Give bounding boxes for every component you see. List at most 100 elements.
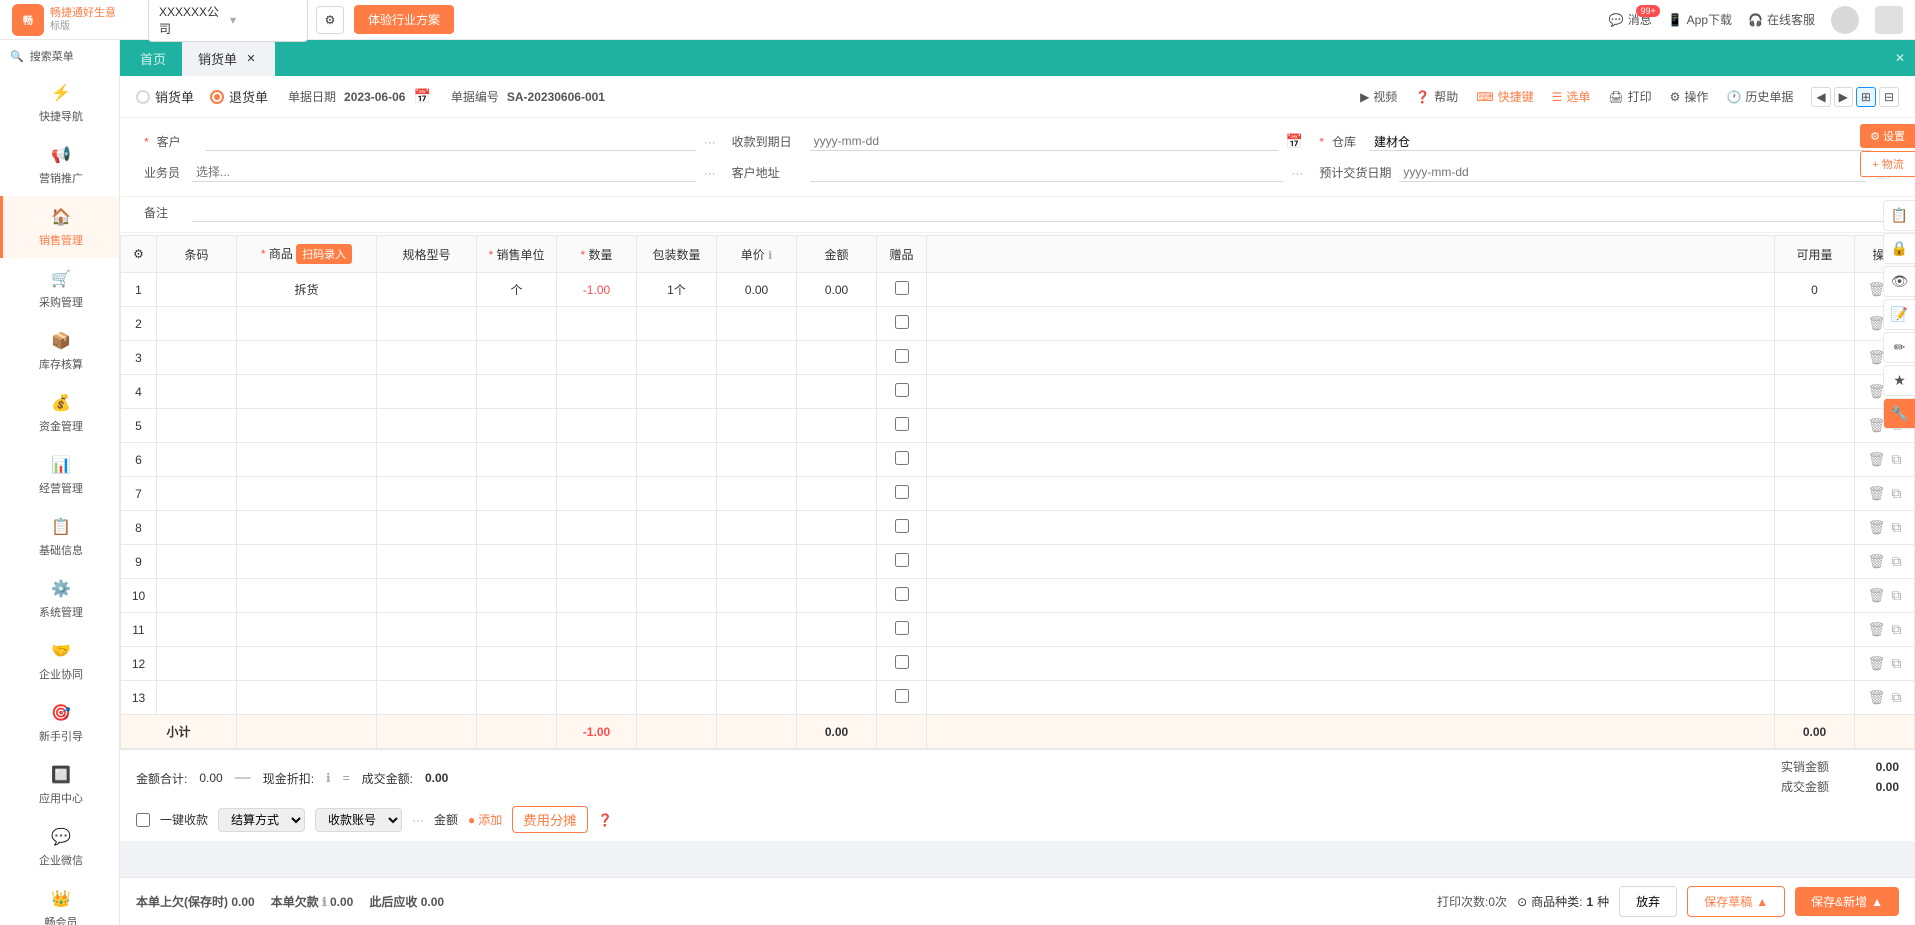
copy-row-icon[interactable]: ⧉ <box>1891 689 1901 706</box>
sidebar-item-quick-nav[interactable]: ⚡ 快捷导航 <box>0 72 119 134</box>
save-new-button[interactable]: 保存&新增 ▲ <box>1795 887 1899 916</box>
float-btn-orange[interactable]: 🔧 <box>1883 398 1915 429</box>
sidebar-item-marketing[interactable]: 📢 营销推广 <box>0 134 119 196</box>
copy-row-icon[interactable]: ⧉ <box>1891 621 1901 638</box>
discard-button[interactable]: 放弃 <box>1619 886 1677 917</box>
customer-address-more-icon[interactable]: ··· <box>1291 166 1303 180</box>
toolbar-print[interactable]: 🖨 打印 <box>1604 86 1655 107</box>
payment-date-calendar-icon[interactable]: 📅 <box>1286 133 1303 150</box>
account-more-icon[interactable]: ··· <box>412 813 424 827</box>
delete-row-icon[interactable]: 🗑 <box>1868 689 1886 706</box>
app-download-button[interactable]: 📱 App下载 <box>1668 11 1732 28</box>
expense-split-button[interactable]: 费用分摊 <box>512 806 587 833</box>
customer-address-input[interactable] <box>810 163 1284 182</box>
payment-date-input[interactable] <box>810 132 1278 151</box>
one-click-payment-checkbox[interactable] <box>136 813 150 827</box>
settings-action-button[interactable]: ⚙ 设置 <box>1860 124 1915 148</box>
scan-barcode-button[interactable]: 扫码录入 <box>296 244 352 264</box>
sidebar-item-operation[interactable]: 📊 经营管理 <box>0 444 119 506</box>
delete-row-icon[interactable]: 🗑 <box>1868 519 1886 536</box>
row-spec[interactable] <box>377 273 477 307</box>
calc-method-select[interactable]: 结算方式 <box>218 808 305 832</box>
sidebar-item-appstore[interactable]: 🔲 应用中心 <box>0 754 119 816</box>
user-avatar[interactable] <box>1831 6 1859 34</box>
sidebar-search[interactable]: 🔍 搜索菜单 <box>0 40 119 72</box>
copy-row-icon[interactable]: ⧉ <box>1891 519 1901 536</box>
float-btn-3[interactable]: 👁 <box>1883 266 1915 297</box>
sidebar-item-basic[interactable]: 📋 基础信息 <box>0 506 119 568</box>
sidebar-item-enterprise[interactable]: 🤝 企业协同 <box>0 630 119 692</box>
copy-row-icon[interactable]: ⧉ <box>1891 655 1901 672</box>
col-header-settings[interactable]: ⚙ <box>121 236 157 273</box>
delete-row-icon[interactable]: 🗑 <box>1868 621 1886 638</box>
account-select[interactable]: 收款账号 <box>315 808 402 832</box>
customer-more-icon[interactable]: ··· <box>704 135 716 149</box>
sidebar-item-sales[interactable]: 🏠 销售管理 <box>0 196 119 258</box>
sidebar-item-wechat[interactable]: 💬 企业微信 <box>0 816 119 878</box>
warehouse-input[interactable] <box>1370 132 1871 151</box>
save-draft-button[interactable]: 保存草稿 ▲ <box>1687 886 1785 917</box>
online-service-button[interactable]: 🎧 在线客服 <box>1748 11 1815 28</box>
detail-view-button[interactable]: ⊟ <box>1879 87 1899 107</box>
delete-row-icon[interactable]: 🗑 <box>1868 655 1886 672</box>
tab-close-icon[interactable]: ✕ <box>243 50 259 66</box>
delete-row-icon[interactable]: 🗑 <box>1868 553 1886 570</box>
user-menu-button[interactable] <box>1875 6 1903 34</box>
copy-row-icon[interactable]: ⧉ <box>1891 553 1901 570</box>
delete-row-icon[interactable]: 🗑 <box>1868 587 1886 604</box>
tab-home[interactable]: 首页 <box>124 40 182 76</box>
add-payment-button[interactable]: ● 添加 <box>468 811 502 828</box>
category-stat[interactable]: ⊙ 商品种类: 1 种 <box>1517 893 1609 910</box>
toolbar-operation[interactable]: ⚙ 操作 <box>1666 86 1713 107</box>
float-btn-4[interactable]: 📝 <box>1883 299 1915 330</box>
company-selector[interactable]: XXXXXX公司 ▾ <box>148 0 308 42</box>
calendar-icon[interactable]: 📅 <box>413 88 430 105</box>
grid-view-button[interactable]: ▶ <box>1834 87 1853 107</box>
toolbar-select[interactable]: ☰ 选单 <box>1548 86 1595 107</box>
overdue-help-icon[interactable]: ℹ <box>322 895 327 909</box>
float-btn-1[interactable]: 📋 <box>1883 200 1915 231</box>
float-btn-5[interactable]: ✏ <box>1883 332 1915 363</box>
row-barcode[interactable] <box>157 273 237 307</box>
toolbar-shortcut[interactable]: ⌨ 快捷键 <box>1472 86 1537 107</box>
sidebar-item-inventory[interactable]: 📦 库存核算 <box>0 320 119 382</box>
toolbar-history[interactable]: 🕐 历史单据 <box>1722 86 1797 107</box>
sidebar-item-vip[interactable]: 👑 畅会员 <box>0 878 119 925</box>
row-price[interactable]: 0.00 <box>717 273 797 307</box>
row-gift[interactable] <box>877 273 927 307</box>
salesperson-more-icon[interactable]: ··· <box>704 166 716 180</box>
customer-input[interactable] <box>205 132 696 151</box>
tab-close-button[interactable]: ✕ <box>1885 51 1915 65</box>
list-view-button[interactable]: ◀ <box>1811 87 1830 107</box>
row-num: 6 <box>121 443 157 477</box>
sidebar-item-guide[interactable]: 🎯 新手引导 <box>0 692 119 754</box>
logistics-button[interactable]: + 物流 <box>1860 151 1915 177</box>
copy-row-icon[interactable]: ⧉ <box>1891 451 1901 468</box>
expense-help-icon[interactable]: ❓ <box>598 813 613 827</box>
salesperson-input[interactable] <box>192 163 696 182</box>
delete-row-icon[interactable]: 🗑 <box>1868 451 1886 468</box>
float-btn-2[interactable]: 🔒 <box>1883 233 1915 264</box>
table-view-button[interactable]: ⊞ <box>1856 87 1876 107</box>
sidebar-item-finance[interactable]: 💰 资金管理 <box>0 382 119 444</box>
sidebar-item-purchase[interactable]: 🛒 采购管理 <box>0 258 119 320</box>
phone-icon: 📱 <box>1668 13 1683 27</box>
copy-row-icon[interactable]: ⧉ <box>1891 587 1901 604</box>
discount-info-icon[interactable]: ℹ <box>326 771 331 785</box>
row-qty[interactable]: -1.00 <box>557 273 637 307</box>
copy-row-icon[interactable]: ⧉ <box>1891 485 1901 502</box>
price-info-icon[interactable]: ℹ <box>768 250 772 262</box>
settings-button[interactable]: ⚙ <box>316 6 344 34</box>
toolbar-help[interactable]: ❓ 帮助 <box>1411 86 1462 107</box>
trial-button[interactable]: 体验行业方案 <box>354 5 454 34</box>
message-button[interactable]: 💬 消息 99+ <box>1609 11 1652 28</box>
expected-delivery-input[interactable] <box>1399 163 1865 182</box>
toolbar-video[interactable]: ▶ 视频 <box>1356 86 1401 107</box>
radio-return[interactable]: 退货单 <box>210 87 268 106</box>
radio-sale[interactable]: 销货单 <box>136 87 194 106</box>
delete-row-icon[interactable]: 🗑 <box>1868 485 1886 502</box>
tab-sales-order[interactable]: 销货单 ✕ <box>182 40 275 76</box>
remarks-input[interactable] <box>192 203 1899 222</box>
sidebar-item-system[interactable]: ⚙️ 系统管理 <box>0 568 119 630</box>
float-btn-6[interactable]: ★ <box>1883 365 1915 396</box>
